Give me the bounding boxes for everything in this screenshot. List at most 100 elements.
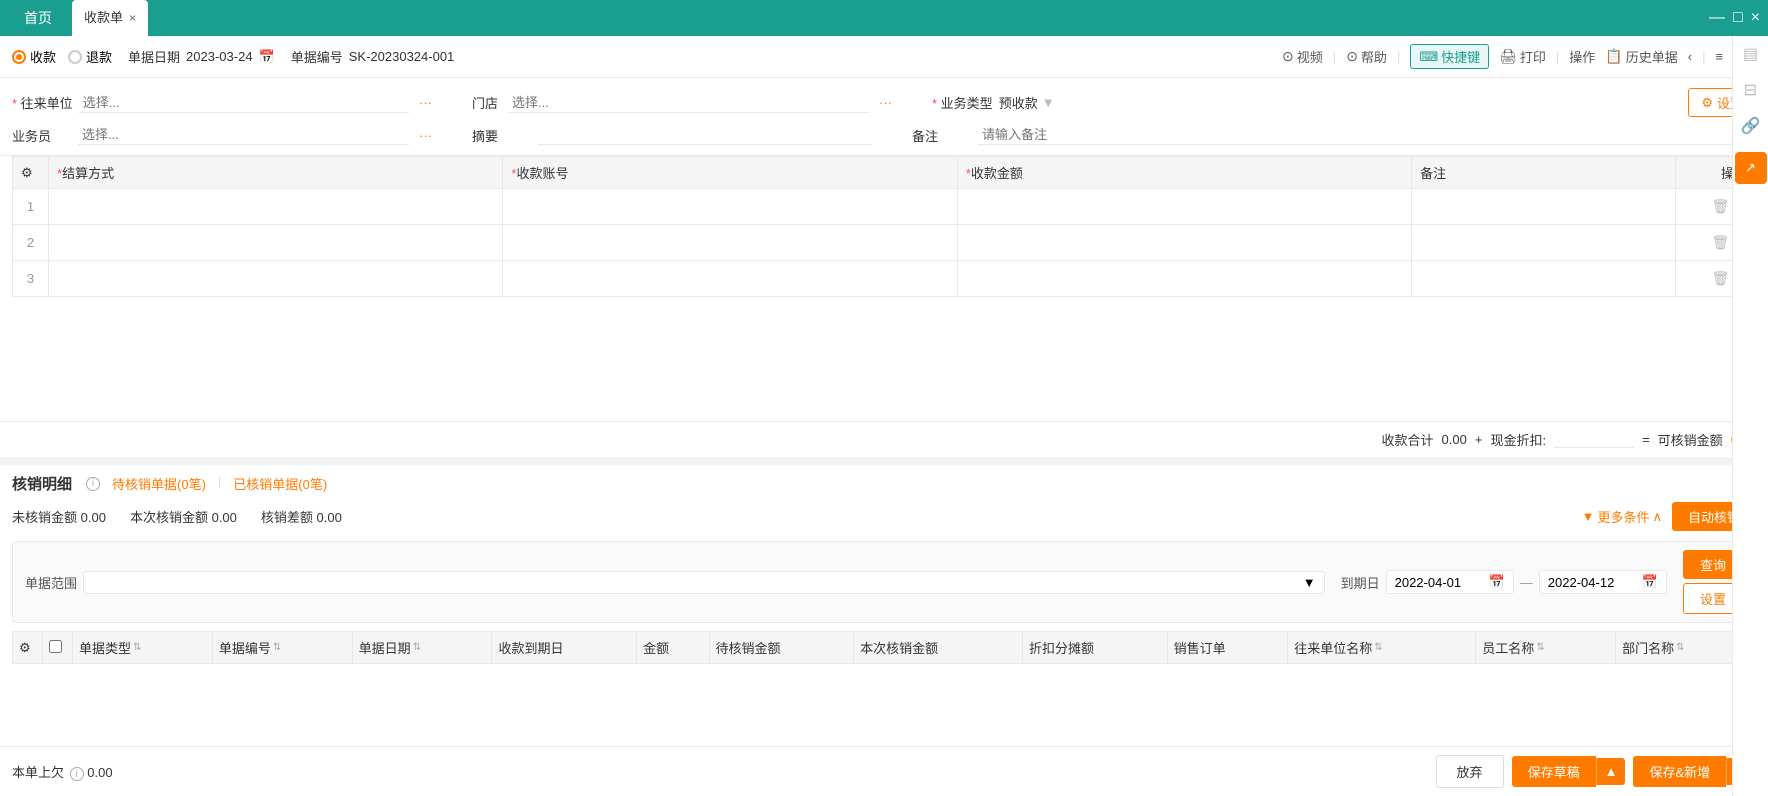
- col-dept-sort[interactable]: ⇅: [1676, 642, 1684, 653]
- row1-account[interactable]: [503, 189, 957, 225]
- row2-amount[interactable]: [957, 225, 1411, 261]
- sidebar-icon-2[interactable]: ⊟: [1744, 80, 1757, 100]
- calendar-icon[interactable]: 📅: [259, 49, 275, 65]
- date-to-icon[interactable]: 📅: [1642, 574, 1658, 590]
- row1-settle[interactable]: [49, 189, 503, 225]
- col-staff-sort[interactable]: ⇅: [1536, 642, 1544, 653]
- form-row-1: 往来单位 ··· 门店 ··· 业务类型 预收款 ▼ ⚙: [12, 88, 1756, 117]
- tab-receipt[interactable]: 收款单 ×: [72, 0, 148, 36]
- radio-receipt[interactable]: 收款: [12, 47, 56, 66]
- discount-label: 现金折扣:: [1490, 430, 1546, 449]
- col-date-sort[interactable]: ⇅: [413, 642, 421, 653]
- col-note-header: 备注: [1412, 157, 1676, 189]
- shortcut-btn[interactable]: ⌨ 快捷键: [1410, 44, 1489, 69]
- bottom-table-wrap: ⚙ 单据类型 ⇅ 单据编号: [12, 631, 1756, 664]
- note-input[interactable]: [978, 125, 1756, 145]
- data-table-wrap: ⚙ *结算方式 *收款账号 *收款金额 备注 操作: [0, 156, 1768, 421]
- sidebar-icon-3[interactable]: 🔗: [1741, 116, 1761, 136]
- row1-note[interactable]: [1412, 189, 1676, 225]
- row-num-2: 2: [13, 225, 49, 261]
- save-draft-arrow-btn[interactable]: ▲: [1596, 758, 1626, 785]
- col-partner-sort[interactable]: ⇅: [1374, 642, 1382, 653]
- tab-home[interactable]: 首页: [8, 0, 68, 36]
- video-btn[interactable]: ⊙ 视频: [1282, 47, 1323, 66]
- row3-settle[interactable]: [49, 261, 503, 297]
- range-select[interactable]: ▼: [83, 571, 1325, 594]
- number-label: 单据编号: [291, 47, 343, 66]
- store-more-icon[interactable]: ···: [879, 95, 892, 110]
- row2-delete-icon[interactable]: 🗑: [1711, 234, 1729, 251]
- nav-left-icon: ‹: [1688, 49, 1692, 64]
- store-input[interactable]: [508, 93, 869, 113]
- summary-field: 摘要: [472, 125, 872, 145]
- layout1-btn[interactable]: ≡: [1716, 49, 1724, 64]
- partner-more-icon[interactable]: ···: [419, 95, 432, 110]
- row1-amount[interactable]: [957, 189, 1411, 225]
- more-filters-btn[interactable]: ▼ 更多条件 ∧: [1582, 507, 1662, 526]
- summary-label: 摘要: [472, 126, 532, 145]
- col-gear-header[interactable]: ⚙: [13, 632, 43, 664]
- reconcile-tabs: 待核销单据(0笔) | 已核销单据(0笔): [112, 474, 327, 493]
- history-btn[interactable]: 📋 历史单据: [1605, 47, 1677, 66]
- col-check-header[interactable]: [43, 632, 73, 664]
- sidebar-icon-1[interactable]: ▤: [1743, 44, 1758, 64]
- col-order-header: 销售订单: [1167, 632, 1288, 664]
- date-to-input[interactable]: [1548, 575, 1638, 590]
- save-draft-btn[interactable]: 保存草稿: [1512, 756, 1596, 787]
- abandon-btn[interactable]: 放弃: [1436, 755, 1504, 788]
- tab-done[interactable]: 已核销单据(0笔): [233, 474, 327, 493]
- help-btn[interactable]: ⊙ 帮助: [1346, 47, 1387, 66]
- print-btn[interactable]: 🖨 打印: [1499, 47, 1546, 66]
- footer-info-icon[interactable]: i: [70, 767, 84, 781]
- row1-delete-icon[interactable]: 🗑: [1711, 198, 1729, 215]
- discount-input[interactable]: [1554, 432, 1634, 448]
- staff-input[interactable]: [78, 125, 409, 145]
- date-dash: —: [1520, 575, 1533, 590]
- row3-account[interactable]: [503, 261, 957, 297]
- footer-right: 放弃 保存草稿 ▲ 保存&新增 ▲: [1436, 755, 1756, 788]
- col-number-sort[interactable]: ⇅: [273, 642, 281, 653]
- gear-icon: ⚙: [21, 165, 33, 180]
- row3-delete-icon[interactable]: 🗑: [1711, 270, 1729, 287]
- row3-amount[interactable]: [957, 261, 1411, 297]
- date-from-input[interactable]: [1395, 575, 1485, 590]
- radio-refund[interactable]: 退款: [68, 47, 112, 66]
- save-new-btn[interactable]: 保存&新增: [1633, 756, 1726, 787]
- row2-account[interactable]: [503, 225, 957, 261]
- equals-sign: =: [1642, 432, 1650, 447]
- partner-label: 往来单位: [12, 93, 73, 112]
- chevron-up-icon: ∧: [1652, 509, 1662, 525]
- row3-note[interactable]: [1412, 261, 1676, 297]
- row2-settle[interactable]: [49, 225, 503, 261]
- current-label: 本次核销金额: [130, 510, 208, 525]
- range-arrow-icon: ▼: [1303, 575, 1316, 590]
- row2-note[interactable]: [1412, 225, 1676, 261]
- col-current-label: 本次核销金额: [860, 641, 938, 656]
- staff-more-icon[interactable]: ···: [419, 128, 432, 143]
- plus-sign: +: [1475, 432, 1483, 447]
- table-gear-header[interactable]: ⚙: [13, 157, 49, 189]
- col-type-sort[interactable]: ⇅: [133, 642, 141, 653]
- summary-input[interactable]: [538, 125, 872, 145]
- select-all-checkbox[interactable]: [49, 640, 62, 653]
- business-select[interactable]: 预收款 ▼: [999, 93, 1055, 112]
- nav-left-btn[interactable]: ‹: [1688, 49, 1692, 64]
- close-icon[interactable]: ×: [1751, 9, 1760, 27]
- col-amount-label-b: 金额: [643, 641, 669, 656]
- sidebar-icon-4-active[interactable]: ↗: [1735, 152, 1767, 184]
- bottom-table: ⚙ 单据类型 ⇅ 单据编号: [12, 631, 1756, 664]
- history-icon: 📋: [1605, 48, 1622, 65]
- maximize-icon[interactable]: □: [1733, 9, 1743, 27]
- tab-divider: |: [218, 474, 221, 493]
- form-area: 往来单位 ··· 门店 ··· 业务类型 预收款 ▼ ⚙: [0, 78, 1768, 156]
- tab-close-icon[interactable]: ×: [129, 0, 136, 36]
- date-from-icon[interactable]: 📅: [1489, 574, 1505, 590]
- col-account-header: *收款账号: [503, 157, 957, 189]
- tab-pending[interactable]: 待核销单据(0笔): [112, 474, 206, 493]
- minimize-icon[interactable]: —: [1709, 9, 1725, 27]
- table-row: 3 🗑 ⊞: [13, 261, 1756, 297]
- operation-btn[interactable]: 操作: [1569, 47, 1595, 66]
- col-amount-header: *收款金额: [957, 157, 1411, 189]
- partner-input[interactable]: [79, 93, 409, 113]
- reconcile-info-icon[interactable]: i: [86, 477, 100, 491]
